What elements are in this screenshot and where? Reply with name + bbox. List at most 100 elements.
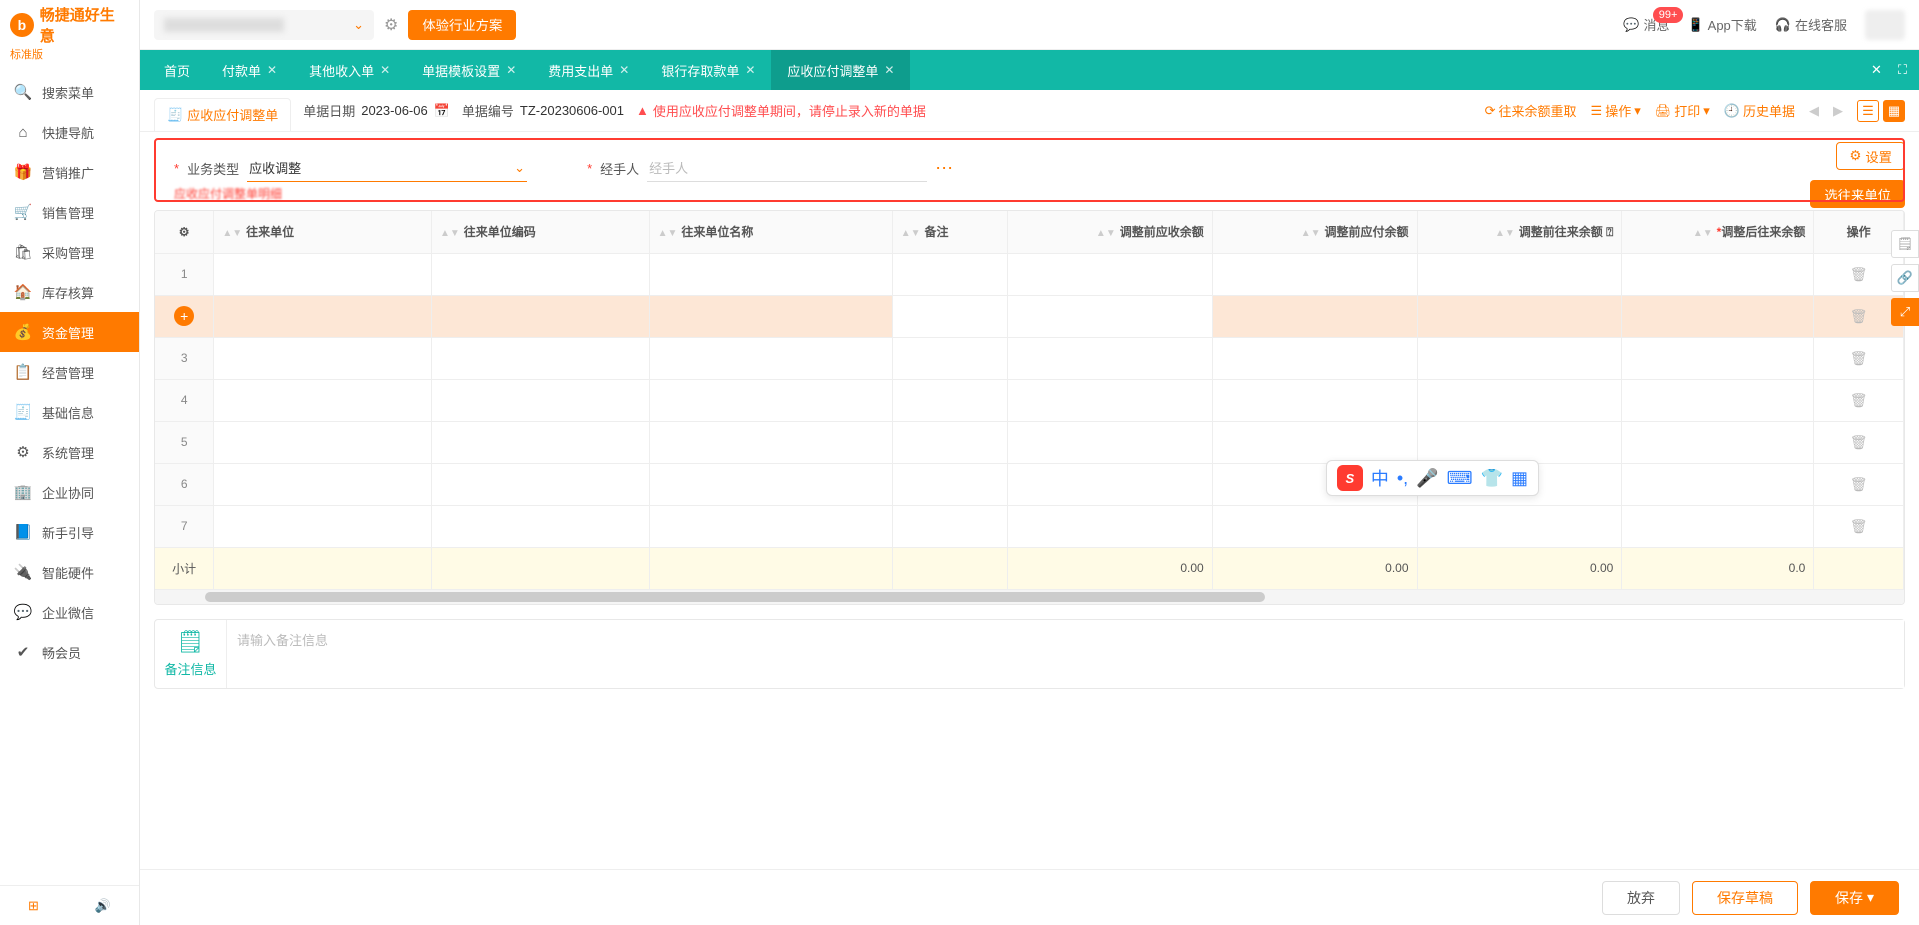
tab-其他收入单[interactable]: 其他收入单✕ xyxy=(293,50,406,90)
ime-skin-icon[interactable]: 👕 xyxy=(1481,468,1503,489)
avatar[interactable] xyxy=(1865,10,1905,40)
ime-lang[interactable]: 中 xyxy=(1371,465,1389,491)
calendar-icon[interactable]: 📅 xyxy=(434,103,450,119)
table-row[interactable]: 4🗑 xyxy=(155,379,1904,421)
nav-item-资金管理[interactable]: 💰资金管理 xyxy=(0,312,139,352)
fullscreen-icon[interactable]: ⛶ xyxy=(1894,58,1911,82)
col-unit-name[interactable]: ▲▼往来单位名称 xyxy=(649,211,892,253)
collapse-icon[interactable]: ⊞ xyxy=(28,898,39,914)
delete-icon[interactable]: 🗑 xyxy=(1850,434,1868,450)
service-link[interactable]: 🎧 在线客服 xyxy=(1775,15,1847,34)
rail-attach-icon[interactable]: 🔗 xyxy=(1891,264,1919,292)
history-link[interactable]: 🕘 历史单据 xyxy=(1724,101,1795,120)
delete-icon[interactable]: 🗑 xyxy=(1850,350,1868,366)
col-pre-bal[interactable]: ▲▼调整前往来余额 ⍰ xyxy=(1417,211,1622,253)
trial-button[interactable]: 体验行业方案 xyxy=(408,10,516,40)
table-row[interactable]: 5🗑 xyxy=(155,421,1904,463)
rail-expand-icon[interactable]: ⤢ xyxy=(1891,298,1919,326)
col-post-bal[interactable]: ▲▼*调整后往来余额 xyxy=(1622,211,1814,253)
col-unit-code[interactable]: ▲▼往来单位编码 xyxy=(431,211,649,253)
biz-type-select[interactable]: 应收调整 ⌄ xyxy=(247,154,527,182)
ime-toolbar[interactable]: S 中 •, 🎤 ⌨ 👕 ▦ xyxy=(1326,460,1539,496)
nav-item-基础信息[interactable]: 🧾基础信息 xyxy=(0,392,139,432)
close-icon[interactable]: ✕ xyxy=(506,63,516,77)
main: ⌄ ⚙ 体验行业方案 💬 消息 99+ 📱 App下载 🎧 在线客服 xyxy=(140,0,1919,925)
tab-单据模板设置[interactable]: 单据模板设置✕ xyxy=(406,50,532,90)
col-pre-pay[interactable]: ▲▼调整前应付余额 xyxy=(1212,211,1417,253)
next-icon[interactable]: ▶ xyxy=(1833,103,1843,119)
nav-icon: 🔍 xyxy=(14,83,32,101)
table-row[interactable]: 1🗑 xyxy=(155,253,1904,295)
tab-应收应付调整单[interactable]: 应收应付调整单✕ xyxy=(771,50,910,90)
gear-column[interactable]: ⚙ xyxy=(155,211,214,253)
table-row[interactable]: +🗑 xyxy=(155,295,1904,337)
messages-link[interactable]: 💬 消息 99+ xyxy=(1623,15,1669,34)
close-all-icon[interactable]: ✕ xyxy=(1867,58,1886,82)
ime-grid-icon[interactable]: ▦ xyxy=(1511,468,1528,489)
nav-item-新手引导[interactable]: 📘新手引导 xyxy=(0,512,139,552)
chevron-down-icon: ⌄ xyxy=(353,17,364,33)
reget-balance-link[interactable]: ⟳ 往来余额重取 xyxy=(1485,101,1577,120)
tab-付款单[interactable]: 付款单✕ xyxy=(206,50,293,90)
row-index: 5 xyxy=(155,421,214,463)
tab-银行存取款单[interactable]: 银行存取款单✕ xyxy=(645,50,771,90)
view-list-icon[interactable]: ☰ xyxy=(1857,100,1879,122)
delete-icon[interactable]: 🗑 xyxy=(1850,266,1868,282)
nav-item-库存核算[interactable]: 🏠库存核算 xyxy=(0,272,139,312)
col-unit[interactable]: ▲▼往来单位 xyxy=(214,211,432,253)
prev-icon[interactable]: ◀ xyxy=(1809,103,1819,119)
add-row-icon[interactable]: + xyxy=(174,306,194,326)
ime-punct-icon[interactable]: •, xyxy=(1397,468,1408,489)
delete-icon[interactable]: 🗑 xyxy=(1850,392,1868,408)
remark-input[interactable] xyxy=(227,620,1904,688)
nav-item-智能硬件[interactable]: 🔌智能硬件 xyxy=(0,552,139,592)
operations-link[interactable]: ☰ 操作 ▾ xyxy=(1591,101,1641,120)
tab-费用支出单[interactable]: 费用支出单✕ xyxy=(532,50,645,90)
gear-icon[interactable]: ⚙ xyxy=(384,15,398,35)
close-icon[interactable]: ✕ xyxy=(745,63,755,77)
save-button[interactable]: 保存 ▾ xyxy=(1810,881,1899,915)
nav-item-销售管理[interactable]: 🛒销售管理 xyxy=(0,192,139,232)
delete-icon[interactable]: 🗑 xyxy=(1850,308,1868,324)
nav-list: 🔍搜索菜单⌂快捷导航🎁营销推广🛒销售管理🛍采购管理🏠库存核算💰资金管理📋经营管理… xyxy=(0,72,139,885)
table-row[interactable]: 6🗑 xyxy=(155,463,1904,505)
nav-item-快捷导航[interactable]: ⌂快捷导航 xyxy=(0,112,139,152)
col-pre-recv[interactable]: ▲▼调整前应收余额 xyxy=(1007,211,1212,253)
org-name-blur xyxy=(164,18,284,32)
tab-首页[interactable]: 首页 xyxy=(148,50,206,90)
note-icon: 🗒 xyxy=(177,629,205,655)
sound-icon[interactable]: 🔊 xyxy=(95,898,111,914)
org-selector[interactable]: ⌄ xyxy=(154,10,374,40)
close-icon[interactable]: ✕ xyxy=(267,63,277,77)
app-download-link[interactable]: 📱 App下载 xyxy=(1687,15,1756,34)
nav-item-系统管理[interactable]: ⚙系统管理 xyxy=(0,432,139,472)
nav-item-采购管理[interactable]: 🛍采购管理 xyxy=(0,232,139,272)
ime-keyboard-icon[interactable]: ⌨ xyxy=(1447,468,1473,489)
horizontal-scrollbar[interactable] xyxy=(155,590,1904,604)
save-draft-button[interactable]: 保存草稿 xyxy=(1692,881,1798,915)
close-icon[interactable]: ✕ xyxy=(884,63,894,77)
handler-input[interactable]: 经手人 xyxy=(647,154,927,182)
handler-label: 经手人 xyxy=(600,159,639,178)
ime-mic-icon[interactable]: 🎤 xyxy=(1416,468,1438,489)
view-grid-icon[interactable]: ▦ xyxy=(1883,100,1905,122)
biz-type-value: 应收调整 xyxy=(249,158,301,177)
discard-button[interactable]: 放弃 xyxy=(1602,881,1680,915)
rail-note-icon[interactable]: 🗒 xyxy=(1891,230,1919,258)
more-icon[interactable]: ⋯ xyxy=(935,158,953,179)
nav-item-企业微信[interactable]: 💬企业微信 xyxy=(0,592,139,632)
table-row[interactable]: 3🗑 xyxy=(155,337,1904,379)
nav-item-营销推广[interactable]: 🎁营销推广 xyxy=(0,152,139,192)
print-link[interactable]: 🖨 打印 ▾ xyxy=(1655,101,1710,120)
nav-item-企业协同[interactable]: 🏢企业协同 xyxy=(0,472,139,512)
close-icon[interactable]: ✕ xyxy=(619,63,629,77)
row-index: 7 xyxy=(155,505,214,547)
col-remark[interactable]: ▲▼备注 xyxy=(892,211,1007,253)
nav-item-畅会员[interactable]: ✔畅会员 xyxy=(0,632,139,672)
nav-item-搜索菜单[interactable]: 🔍搜索菜单 xyxy=(0,72,139,112)
table-row[interactable]: 7🗑 xyxy=(155,505,1904,547)
close-icon[interactable]: ✕ xyxy=(380,63,390,77)
nav-item-经营管理[interactable]: 📋经营管理 xyxy=(0,352,139,392)
delete-icon[interactable]: 🗑 xyxy=(1850,518,1868,534)
delete-icon[interactable]: 🗑 xyxy=(1850,476,1868,492)
